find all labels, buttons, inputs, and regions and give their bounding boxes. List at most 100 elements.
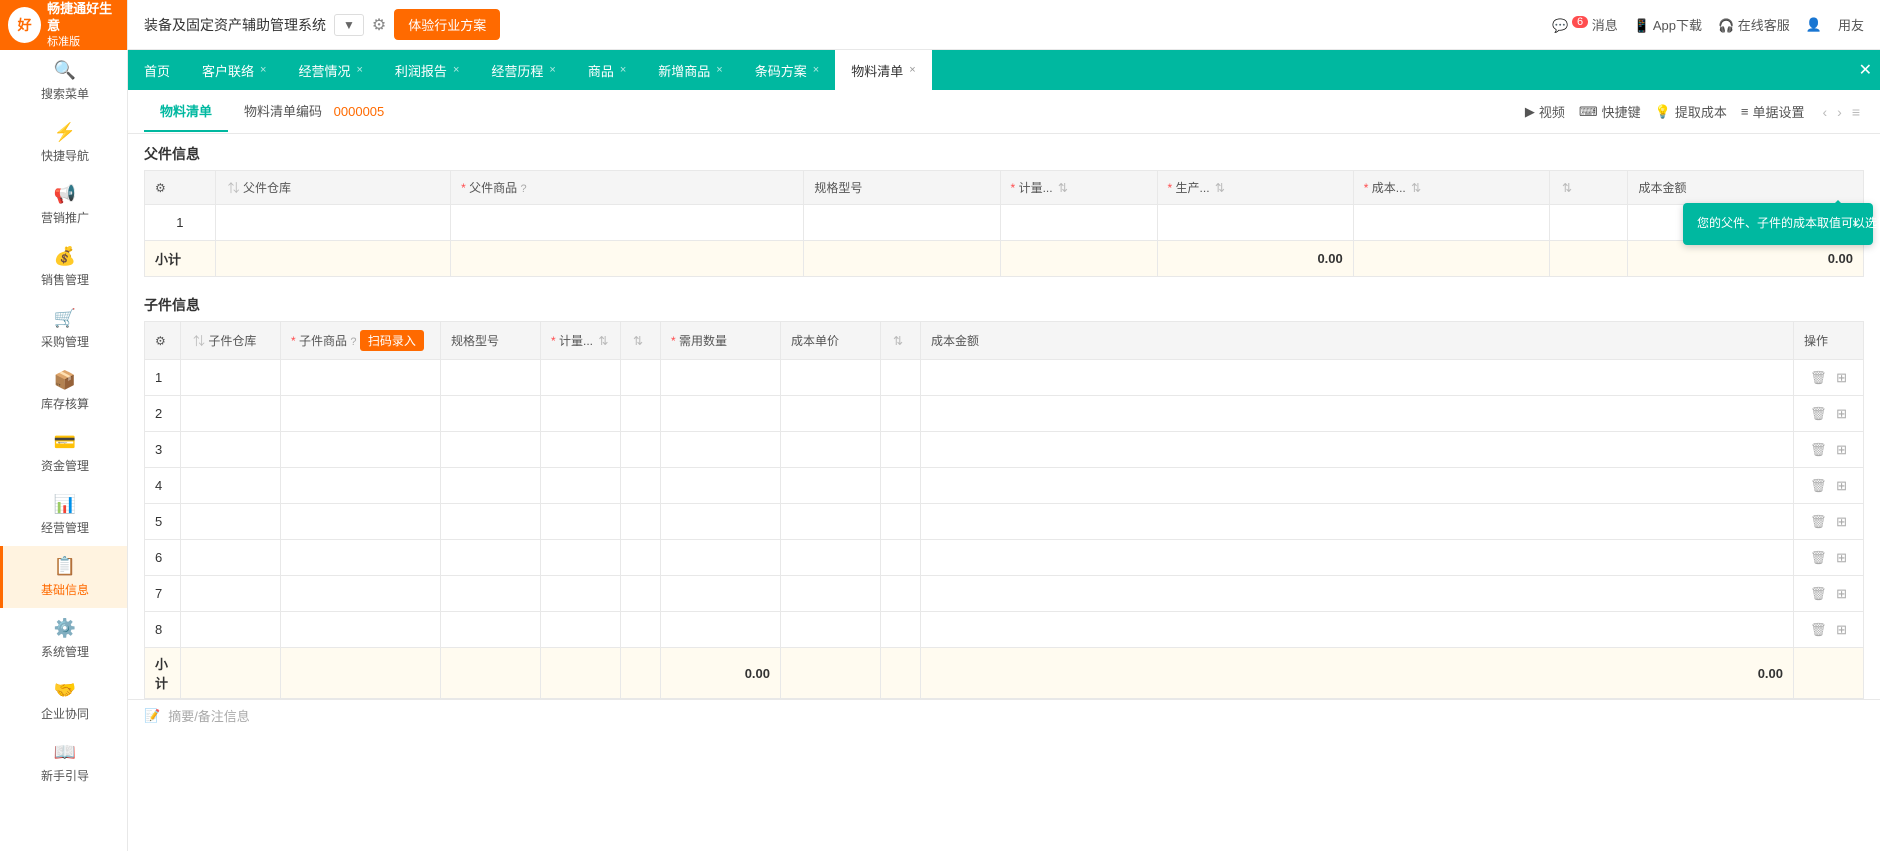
td-child-warehouse[interactable]	[181, 396, 281, 432]
td-child-unit[interactable]	[541, 432, 621, 468]
td-child-spec[interactable]	[441, 468, 541, 504]
td-child-unit[interactable]	[541, 612, 621, 648]
nav-tab-customer[interactable]: 客户联络×	[186, 50, 282, 90]
system-select-btn[interactable]: ▼	[334, 14, 364, 36]
td-child-spec[interactable]	[441, 540, 541, 576]
sidebar-item-collab[interactable]: 🤝企业协同	[0, 670, 127, 732]
notes-text[interactable]: 摘要/备注信息	[168, 706, 250, 725]
delete-icon[interactable]: 🗑	[1810, 550, 1827, 565]
help-icon[interactable]: ?	[520, 183, 526, 195]
scan-barcode-button[interactable]: 扫码录入	[360, 330, 424, 351]
delete-icon[interactable]: 🗑	[1810, 370, 1827, 385]
settings-gear-icon[interactable]: ⚙	[372, 15, 386, 35]
sidebar-item-finance[interactable]: 💳资金管理	[0, 422, 127, 484]
nav-tab-profit[interactable]: 利润报告×	[379, 50, 475, 90]
td-child-qty[interactable]	[661, 468, 781, 504]
sidebar-item-marketing[interactable]: 📢营销推广	[0, 174, 127, 236]
copy-icon[interactable]: ⊞	[1836, 622, 1847, 637]
close-icon[interactable]: ×	[716, 64, 722, 76]
td-child-spec[interactable]	[441, 504, 541, 540]
message-button[interactable]: 💬 6 消息	[1552, 15, 1618, 34]
nav-close-end[interactable]: ✕	[1859, 60, 1880, 80]
nav-tab-new-goods[interactable]: 新增商品×	[642, 50, 738, 90]
td-child-warehouse[interactable]	[181, 612, 281, 648]
copy-icon[interactable]: ⊞	[1836, 586, 1847, 601]
copy-icon[interactable]: ⊞	[1836, 478, 1847, 493]
close-icon[interactable]: ×	[620, 64, 626, 76]
td-child-qty[interactable]	[661, 360, 781, 396]
td-child-spec[interactable]	[441, 612, 541, 648]
td-child-unit[interactable]	[541, 540, 621, 576]
sidebar-item-guide[interactable]: 📖新手引导	[0, 732, 127, 794]
sort-icon[interactable]: ⇅	[228, 181, 240, 195]
sidebar-item-search[interactable]: 🔍搜索菜单	[0, 50, 127, 112]
td-child-warehouse[interactable]	[181, 504, 281, 540]
nav-tab-home[interactable]: 首页	[128, 50, 186, 90]
td-child-warehouse[interactable]	[181, 540, 281, 576]
td-child-spec[interactable]	[441, 396, 541, 432]
sidebar-item-operation[interactable]: 📊经营管理	[0, 484, 127, 546]
sort-icon[interactable]: ⇅	[1411, 181, 1421, 195]
td-child-spec[interactable]	[441, 360, 541, 396]
td-child-qty[interactable]	[661, 432, 781, 468]
close-icon[interactable]: ×	[549, 64, 555, 76]
td-child-product[interactable]	[281, 540, 441, 576]
td-child-price[interactable]	[781, 360, 881, 396]
nav-tab-barcode[interactable]: 条码方案×	[739, 50, 835, 90]
td-parent-warehouse[interactable]	[215, 205, 450, 241]
nav-tab-goods[interactable]: 商品×	[572, 50, 642, 90]
next-arrow-icon[interactable]: ›	[1833, 102, 1846, 122]
app-download-button[interactable]: 📱 App下载	[1634, 15, 1702, 34]
menu-icon[interactable]: ≡	[1848, 102, 1864, 122]
close-icon[interactable]: ×	[813, 64, 819, 76]
delete-icon[interactable]: 🗑	[1810, 514, 1827, 529]
td-child-price[interactable]	[781, 540, 881, 576]
sort-icon[interactable]: ⇅	[1215, 181, 1225, 195]
td-child-qty[interactable]	[661, 576, 781, 612]
td-child-product[interactable]	[281, 396, 441, 432]
sub-tab-bom-list[interactable]: 物料清单	[144, 91, 228, 132]
td-child-qty[interactable]	[661, 540, 781, 576]
td-child-warehouse[interactable]	[181, 576, 281, 612]
td-child-unit[interactable]	[541, 504, 621, 540]
close-icon[interactable]: ×	[453, 64, 459, 76]
sort-icon[interactable]: ⇅	[1058, 181, 1068, 195]
td-child-price[interactable]	[781, 468, 881, 504]
td-parent-product[interactable]	[451, 205, 804, 241]
td-child-spec[interactable]	[441, 576, 541, 612]
td-child-qty[interactable]	[661, 504, 781, 540]
sort-icon[interactable]: ⇅	[1562, 181, 1572, 195]
shortcut-button[interactable]: ⌨ 快捷键	[1579, 102, 1641, 121]
td-unit[interactable]	[1000, 205, 1157, 241]
gear-icon[interactable]: ⚙	[155, 334, 166, 348]
help-icon[interactable]: ?	[350, 336, 356, 348]
nav-tab-bom[interactable]: 物料清单×	[835, 50, 931, 90]
sort-icon[interactable]: ⇅	[633, 334, 643, 348]
td-child-price[interactable]	[781, 396, 881, 432]
td-child-warehouse[interactable]	[181, 468, 281, 504]
td-spec[interactable]	[804, 205, 1000, 241]
td-child-product[interactable]	[281, 360, 441, 396]
sort-icon[interactable]: ⇅	[893, 334, 903, 348]
view-video-button[interactable]: ▶ 视频	[1525, 102, 1565, 121]
td-child-product[interactable]	[281, 504, 441, 540]
td-child-price[interactable]	[781, 504, 881, 540]
td-child-price[interactable]	[781, 576, 881, 612]
td-child-qty[interactable]	[661, 612, 781, 648]
close-icon[interactable]: ×	[356, 64, 362, 76]
td-child-unit[interactable]	[541, 396, 621, 432]
delete-icon[interactable]: 🗑	[1810, 406, 1827, 421]
copy-icon[interactable]: ⊞	[1836, 442, 1847, 457]
copy-icon[interactable]: ⊞	[1836, 550, 1847, 565]
copy-icon[interactable]: ⊞	[1836, 370, 1847, 385]
delete-icon[interactable]: 🗑	[1810, 442, 1827, 457]
extract-cost-button[interactable]: 💡 提取成本	[1655, 102, 1727, 121]
delete-icon[interactable]: 🗑	[1810, 622, 1827, 637]
delete-icon[interactable]: 🗑	[1810, 586, 1827, 601]
close-all-icon[interactable]: ✕	[1859, 60, 1872, 80]
sort-icon[interactable]: ⇅	[598, 334, 608, 348]
nav-tab-history[interactable]: 经营历程×	[475, 50, 571, 90]
td-child-product[interactable]	[281, 432, 441, 468]
td-child-product[interactable]	[281, 612, 441, 648]
sidebar-item-sales[interactable]: 💰销售管理	[0, 236, 127, 298]
